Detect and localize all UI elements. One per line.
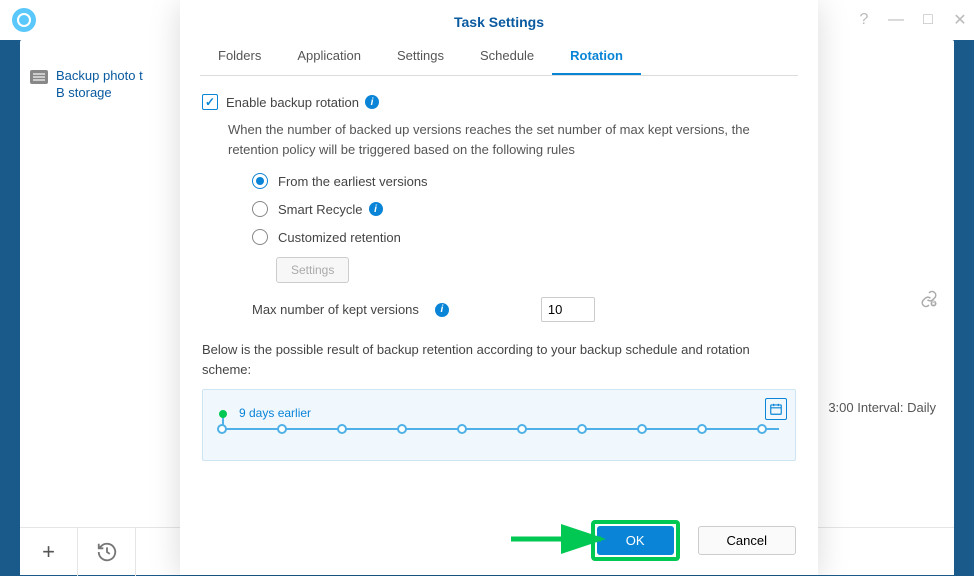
task-title-line1: Backup photo t <box>56 68 143 85</box>
dialog-title: Task Settings <box>180 0 818 38</box>
history-button[interactable] <box>78 528 136 576</box>
enable-rotation-label: Enable backup rotation <box>226 95 359 110</box>
radio-earliest-label: From the earliest versions <box>278 174 428 189</box>
window-maximize-icon[interactable]: □ <box>920 11 936 29</box>
radio-custom-retention[interactable] <box>252 229 268 245</box>
task-sidebar: Backup photo t B storage <box>20 60 200 575</box>
window-minimize-icon[interactable]: — <box>888 11 904 29</box>
timeline-dot <box>397 424 407 434</box>
timeline-marker-dot <box>219 410 227 418</box>
task-list-item[interactable]: Backup photo t B storage <box>20 60 200 110</box>
window-close-icon[interactable]: ✕ <box>952 10 968 30</box>
timeline-dot <box>277 424 287 434</box>
cancel-button[interactable]: Cancel <box>698 526 796 555</box>
retention-preview: 9 days earlier <box>202 389 796 461</box>
preview-description: Below is the possible result of backup r… <box>202 340 796 379</box>
task-title-line2: B storage <box>56 85 143 102</box>
info-icon[interactable]: i <box>369 202 383 216</box>
app-icon <box>12 8 36 32</box>
tab-folders[interactable]: Folders <box>200 38 279 75</box>
info-icon[interactable]: i <box>435 303 449 317</box>
radio-earliest[interactable] <box>252 173 268 189</box>
max-versions-input[interactable] <box>541 297 595 322</box>
timeline-dot <box>577 424 587 434</box>
max-versions-label: Max number of kept versions <box>252 302 419 317</box>
timeline-dot <box>517 424 527 434</box>
timeline-dot <box>457 424 467 434</box>
tab-schedule[interactable]: Schedule <box>462 38 552 75</box>
tab-application[interactable]: Application <box>279 38 379 75</box>
next-run-text: 3:00 Interval: Daily <box>828 400 936 415</box>
info-icon[interactable]: i <box>365 95 379 109</box>
timeline-dot <box>757 424 767 434</box>
timeline-dot <box>337 424 347 434</box>
timeline-marker-label: 9 days earlier <box>239 406 311 420</box>
task-settings-dialog: Task Settings Folders Application Settin… <box>180 0 818 575</box>
ok-button[interactable]: OK <box>597 526 674 555</box>
radio-custom-retention-label: Customized retention <box>278 230 401 245</box>
retention-settings-button: Settings <box>276 257 349 283</box>
timeline-dot <box>637 424 647 434</box>
timeline-dot <box>697 424 707 434</box>
radio-smart-recycle-label: Smart Recycle <box>278 202 363 217</box>
ok-highlight: OK <box>591 520 680 561</box>
tab-bar: Folders Application Settings Schedule Ro… <box>200 38 798 76</box>
rotation-description: When the number of backed up versions re… <box>228 120 796 159</box>
tab-rotation[interactable]: Rotation <box>552 38 641 75</box>
timeline-dot <box>217 424 227 434</box>
task-icon <box>30 70 48 84</box>
tab-settings[interactable]: Settings <box>379 38 462 75</box>
window-help-icon[interactable]: ? <box>856 11 872 29</box>
enable-rotation-checkbox[interactable] <box>202 94 218 110</box>
add-task-button[interactable]: + <box>20 528 78 576</box>
radio-smart-recycle[interactable] <box>252 201 268 217</box>
link-lock-icon[interactable] <box>920 290 938 313</box>
